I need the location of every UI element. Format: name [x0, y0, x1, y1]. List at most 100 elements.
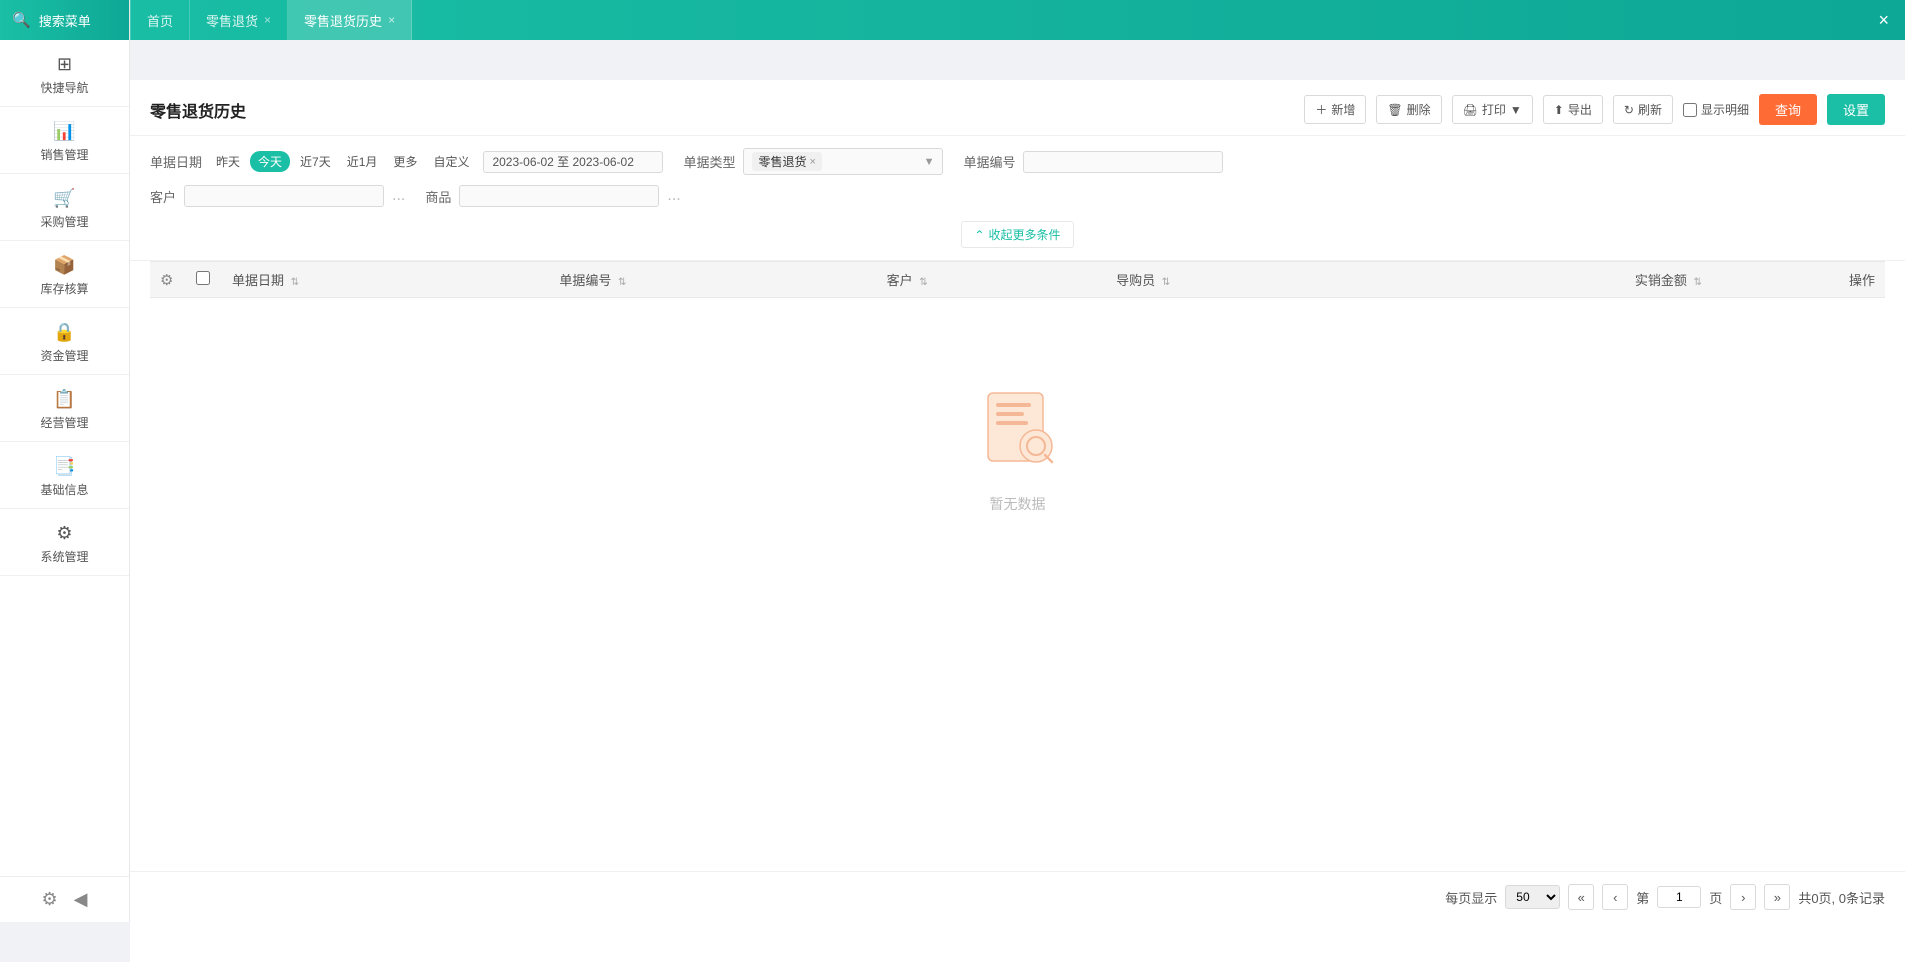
sidebar-item-operations[interactable]: 📋 经营管理 [0, 375, 129, 442]
sidebar-label-finance: 资金管理 [40, 347, 88, 364]
show-detail-label: 显示明细 [1701, 101, 1749, 118]
refresh-label: 刷新 [1638, 101, 1662, 118]
goods-input[interactable] [459, 185, 659, 207]
customer-filter: 客户 ... [150, 185, 405, 207]
empty-text: 暂无数据 [990, 494, 1046, 514]
page-title: 零售退货历史 [150, 98, 246, 122]
tab-retail-return-history[interactable]: 零售退货历史 × [288, 0, 412, 40]
date-btn-7days[interactable]: 近7天 [294, 151, 337, 172]
page-header: 零售退货历史 ＋ 新增 🗑 删除 🖨 打印 ▼ ⬆ 导出 [130, 80, 1905, 136]
customer-label: 客户 [150, 187, 176, 206]
tab-retail-return-history-label: 零售退货历史 [304, 11, 382, 30]
tab-retail-return[interactable]: 零售退货 × [190, 0, 288, 40]
sidebar-search[interactable]: 🔍 搜索菜单 [0, 0, 129, 40]
customer-input[interactable] [184, 185, 384, 207]
sidebar: 🔍 搜索菜单 ⊞ 快捷导航 📊 销售管理 🛒 采购管理 📦 库存核算 🔒 资金管… [0, 0, 130, 922]
goods-dots[interactable]: ... [667, 187, 680, 205]
sidebar-item-quick-nav[interactable]: ⊞ 快捷导航 [0, 40, 129, 107]
date-btn-today[interactable]: 今天 [250, 151, 290, 172]
sidebar-label-purchase: 采购管理 [40, 213, 88, 230]
new-button[interactable]: ＋ 新增 [1304, 95, 1366, 124]
page-number-input[interactable] [1657, 886, 1701, 908]
inventory-icon: 📦 [53, 255, 75, 276]
export-label: 导出 [1568, 101, 1592, 118]
tab-retail-return-close[interactable]: × [264, 13, 271, 27]
refresh-button[interactable]: ↻ 刷新 [1613, 95, 1673, 124]
type-select-wrap[interactable]: 零售退货 × ▼ [743, 148, 943, 175]
purchase-icon: 🛒 [53, 188, 75, 209]
table-gear-icon[interactable]: ⚙ [160, 272, 173, 289]
date-filter: 单据日期 昨天 今天 近7天 近1月 更多 自定义 [150, 151, 663, 173]
top-bar: 首页 零售退货 × 零售退货历史 × × [0, 0, 1905, 40]
sidebar-item-finance[interactable]: 🔒 资金管理 [0, 308, 129, 375]
customer-dots[interactable]: ... [392, 187, 405, 205]
delete-label: 删除 [1407, 101, 1431, 118]
quick-nav-icon: ⊞ [57, 54, 72, 75]
col-date: 单据日期 ⇅ [222, 262, 549, 298]
type-filter: 单据类型 零售退货 × ▼ [683, 148, 943, 175]
topbar-close[interactable]: × [1878, 10, 1889, 31]
filter-row-1: 单据日期 昨天 今天 近7天 近1月 更多 自定义 单据类型 [150, 148, 1885, 175]
basic-info-icon: 📑 [53, 456, 75, 477]
col-customer-sort-icon[interactable]: ⇅ [919, 277, 927, 288]
first-page-btn[interactable]: « [1568, 884, 1594, 910]
sidebar-item-system[interactable]: ⚙ 系统管理 [0, 509, 129, 576]
finance-icon: 🔒 [53, 322, 75, 343]
doc-no-input[interactable] [1023, 151, 1223, 173]
col-date-label: 单据日期 [232, 273, 284, 288]
col-guide-sort-icon[interactable]: ⇅ [1162, 277, 1170, 288]
data-table: ⚙ 单据日期 ⇅ 单据编号 ⇅ [150, 261, 1885, 298]
date-range-input[interactable] [483, 151, 663, 173]
sidebar-item-purchase-mgmt[interactable]: 🛒 采购管理 [0, 174, 129, 241]
tab-retail-return-history-close[interactable]: × [388, 13, 395, 27]
col-amount-sort-icon[interactable]: ⇅ [1694, 277, 1702, 288]
sidebar-label-basic-info: 基础信息 [40, 481, 88, 498]
sidebar-item-basic-info[interactable]: 📑 基础信息 [0, 442, 129, 509]
col-checkbox [186, 262, 222, 298]
total-info: 共0页, 0条记录 [1798, 888, 1885, 907]
per-page-select[interactable]: 10 20 50 100 [1505, 885, 1560, 909]
date-range-buttons: 昨天 今天 近7天 近1月 更多 自定义 [210, 151, 475, 172]
prev-page-btn[interactable]: ‹ [1602, 884, 1628, 910]
select-all-checkbox[interactable] [196, 271, 210, 285]
query-button[interactable]: 查询 [1759, 94, 1817, 125]
sidebar-item-sales-mgmt[interactable]: 📊 销售管理 [0, 107, 129, 174]
delete-button[interactable]: 🗑 删除 [1376, 95, 1441, 124]
col-no: 单据编号 ⇅ [549, 262, 876, 298]
type-tag-text: 零售退货 [758, 153, 806, 170]
export-icon: ⬆ [1554, 103, 1564, 117]
doc-no-filter: 单据编号 [963, 151, 1223, 173]
per-page-label: 每页显示 [1445, 888, 1497, 907]
goods-label: 商品 [425, 187, 451, 206]
last-page-btn[interactable]: » [1764, 884, 1790, 910]
type-tag-close[interactable]: × [809, 156, 815, 168]
settings-bottom-icon[interactable]: ⚙ [42, 889, 58, 910]
next-page-btn[interactable]: › [1730, 884, 1756, 910]
header-actions: ＋ 新增 🗑 删除 🖨 打印 ▼ ⬆ 导出 ↻ 刷新 [1304, 94, 1885, 125]
export-button[interactable]: ⬆ 导出 [1543, 95, 1603, 124]
col-date-sort-icon[interactable]: ⇅ [291, 277, 299, 288]
sidebar-label-sales: 销售管理 [40, 146, 88, 163]
sidebar-item-inventory[interactable]: 📦 库存核算 [0, 241, 129, 308]
settings-button[interactable]: 设置 [1827, 94, 1885, 125]
table-wrap: ⚙ 单据日期 ⇅ 单据编号 ⇅ [130, 261, 1905, 594]
tab-home-label: 首页 [147, 11, 173, 30]
col-no-sort-icon[interactable]: ⇅ [618, 277, 626, 288]
date-btn-more[interactable]: 更多 [387, 151, 423, 172]
refresh-icon: ↻ [1624, 103, 1634, 117]
show-detail-wrap: 显示明细 [1683, 101, 1749, 118]
col-amount: 实销金额 ⇅ [1385, 262, 1712, 298]
collapse-filter-button[interactable]: ⌃ 收起更多条件 [961, 221, 1073, 248]
date-btn-1month[interactable]: 近1月 [341, 151, 384, 172]
collapse-sidebar-icon[interactable]: ◀ [74, 889, 88, 910]
print-button[interactable]: 🖨 打印 ▼ [1452, 95, 1533, 124]
tab-home[interactable]: 首页 [130, 0, 190, 40]
col-gear: ⚙ [150, 262, 186, 298]
date-btn-custom[interactable]: 自定义 [427, 151, 475, 172]
date-btn-yesterday[interactable]: 昨天 [210, 151, 246, 172]
col-action-label: 操作 [1849, 273, 1875, 288]
show-detail-checkbox[interactable] [1683, 103, 1697, 117]
system-icon: ⚙ [56, 523, 72, 544]
col-amount-label: 实销金额 [1635, 273, 1687, 288]
print-icon: 🖨 [1463, 103, 1478, 117]
